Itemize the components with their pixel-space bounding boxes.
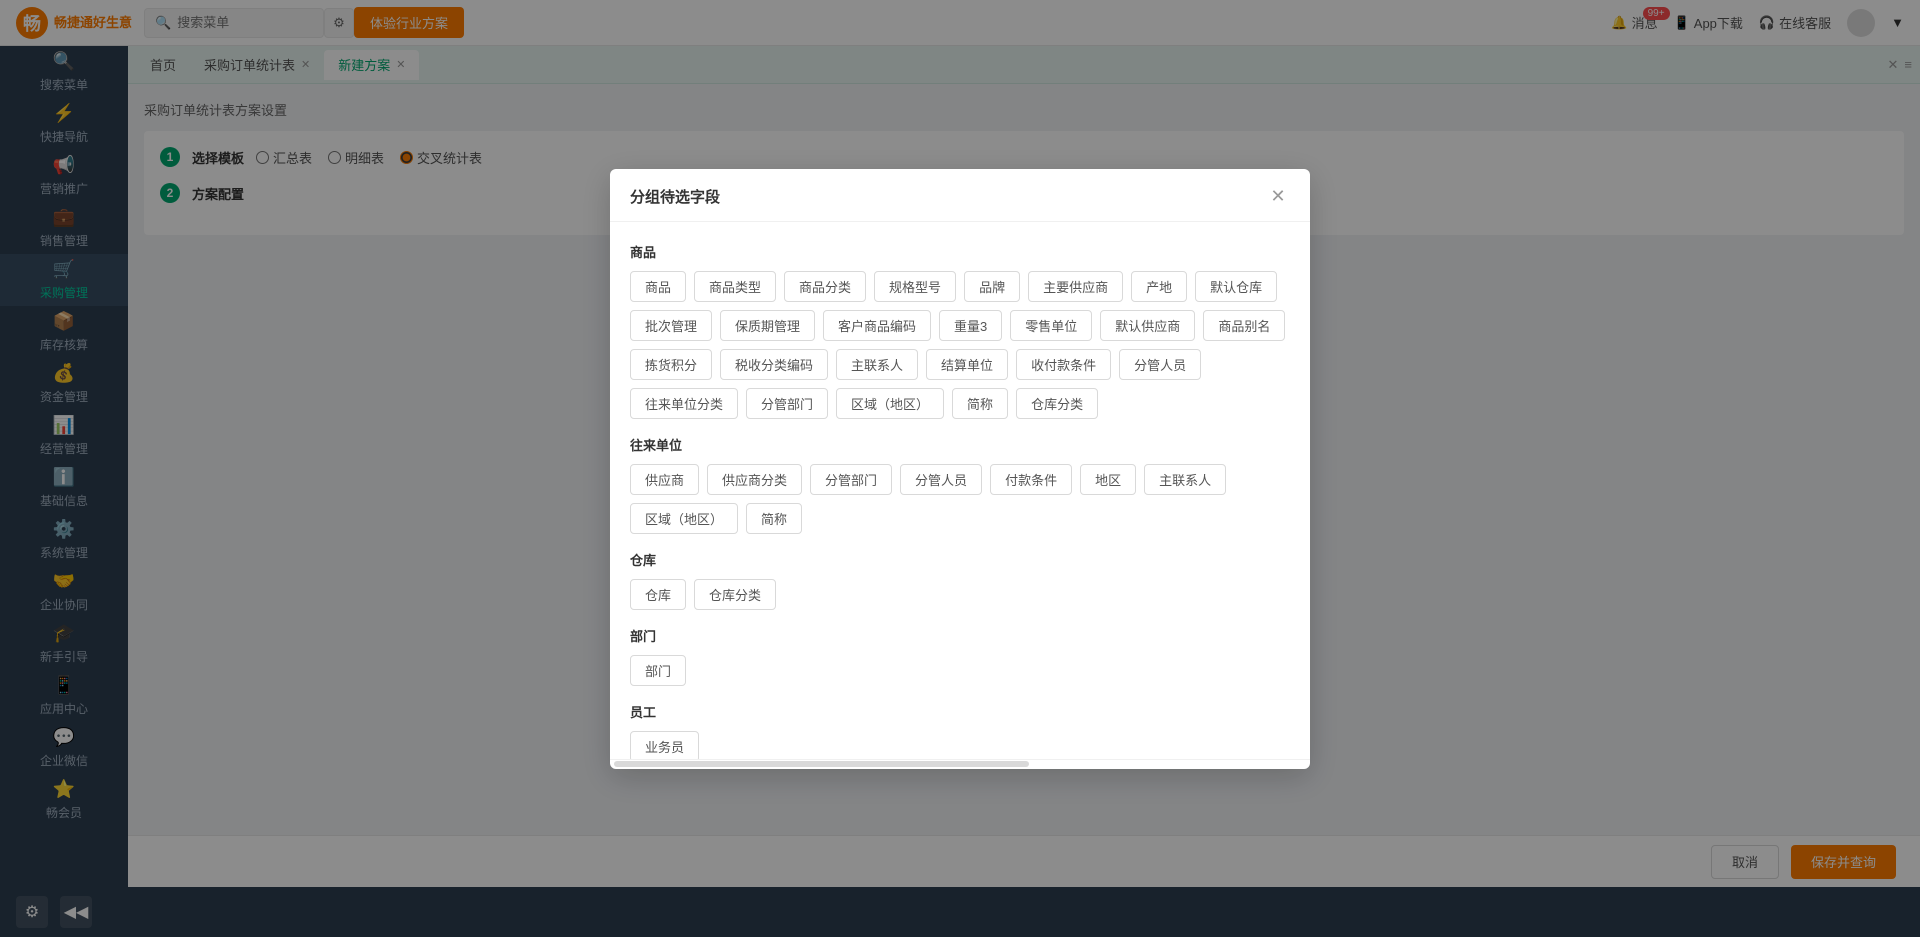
field-tag[interactable]: 规格型号 [874, 271, 956, 302]
section-title-员工: 员工 [630, 702, 1290, 721]
field-grid-仓库: 仓库仓库分类 [630, 579, 1290, 610]
field-tag[interactable]: 付款条件 [990, 464, 1072, 495]
field-tag[interactable]: 主联系人 [1144, 464, 1226, 495]
field-tag[interactable]: 分管部门 [746, 388, 828, 419]
field-tag[interactable]: 拣货积分 [630, 349, 712, 380]
field-tag[interactable]: 往来单位分类 [630, 388, 738, 419]
field-tag[interactable]: 零售单位 [1010, 310, 1092, 341]
field-tag[interactable]: 商品别名 [1203, 310, 1285, 341]
field-tag[interactable]: 税收分类编码 [720, 349, 828, 380]
field-tag[interactable]: 主联系人 [836, 349, 918, 380]
field-tag[interactable]: 仓库分类 [694, 579, 776, 610]
modal-close-button[interactable]: ✕ [1266, 185, 1290, 209]
field-tag[interactable]: 收付款条件 [1016, 349, 1111, 380]
field-tag[interactable]: 品牌 [964, 271, 1020, 302]
field-tag[interactable]: 保质期管理 [720, 310, 815, 341]
field-tag[interactable]: 产地 [1131, 271, 1187, 302]
field-tag[interactable]: 地区 [1080, 464, 1136, 495]
section-title-仓库: 仓库 [630, 550, 1290, 569]
field-tag[interactable]: 简称 [746, 503, 802, 534]
field-tag[interactable]: 批次管理 [630, 310, 712, 341]
field-tag[interactable]: 结算单位 [926, 349, 1008, 380]
section-title-往来单位: 往来单位 [630, 435, 1290, 454]
field-grid-商品: 商品商品类型商品分类规格型号品牌主要供应商产地默认仓库批次管理保质期管理客户商品… [630, 271, 1290, 419]
field-tag[interactable]: 仓库 [630, 579, 686, 610]
field-grid-部门: 部门 [630, 655, 1290, 686]
field-tag[interactable]: 仓库分类 [1016, 388, 1098, 419]
field-tag[interactable]: 简称 [952, 388, 1008, 419]
field-tag[interactable]: 业务员 [630, 731, 699, 759]
section-title-部门: 部门 [630, 626, 1290, 645]
field-tag[interactable]: 供应商 [630, 464, 699, 495]
modal-header: 分组待选字段 ✕ [610, 169, 1310, 222]
field-tag[interactable]: 重量3 [939, 310, 1002, 341]
field-tag[interactable]: 主要供应商 [1028, 271, 1123, 302]
scrollbar-thumb [614, 761, 1029, 767]
field-tag[interactable]: 分管部门 [810, 464, 892, 495]
modal-horizontal-scrollbar[interactable] [610, 759, 1310, 769]
field-tag[interactable]: 商品类型 [694, 271, 776, 302]
modal-title: 分组待选字段 [630, 186, 720, 207]
field-tag[interactable]: 商品 [630, 271, 686, 302]
modal-overlay: 分组待选字段 ✕ 商品商品商品类型商品分类规格型号品牌主要供应商产地默认仓库批次… [0, 0, 1920, 937]
field-tag[interactable]: 分管人员 [1119, 349, 1201, 380]
field-tag[interactable]: 区域（地区） [836, 388, 944, 419]
field-tag[interactable]: 商品分类 [784, 271, 866, 302]
field-tag[interactable]: 部门 [630, 655, 686, 686]
field-tag[interactable]: 供应商分类 [707, 464, 802, 495]
field-grid-员工: 业务员 [630, 731, 1290, 759]
field-select-modal: 分组待选字段 ✕ 商品商品商品类型商品分类规格型号品牌主要供应商产地默认仓库批次… [610, 169, 1310, 769]
modal-body: 商品商品商品类型商品分类规格型号品牌主要供应商产地默认仓库批次管理保质期管理客户… [610, 222, 1310, 759]
field-tag[interactable]: 分管人员 [900, 464, 982, 495]
field-tag[interactable]: 默认仓库 [1195, 271, 1277, 302]
field-tag[interactable]: 区域（地区） [630, 503, 738, 534]
field-grid-往来单位: 供应商供应商分类分管部门分管人员付款条件地区主联系人区域（地区） 简称 [630, 464, 1290, 534]
field-tag[interactable]: 默认供应商 [1100, 310, 1195, 341]
field-tag[interactable]: 客户商品编码 [823, 310, 931, 341]
section-title-商品: 商品 [630, 242, 1290, 261]
